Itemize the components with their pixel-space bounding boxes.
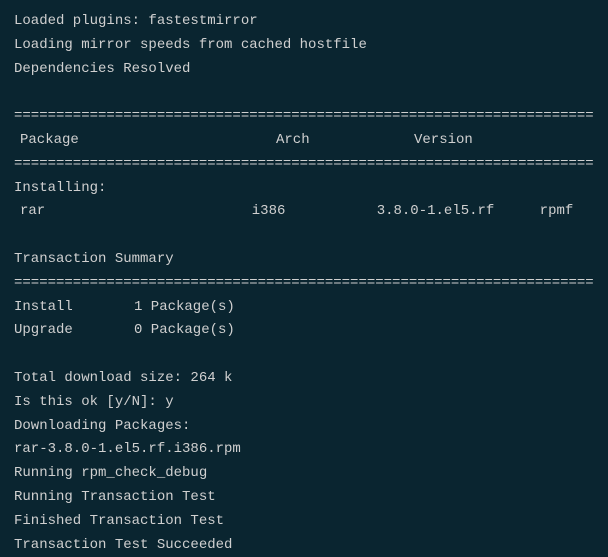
test-succeeded-line: Transaction Test Succeeded: [14, 534, 594, 557]
header-package: Package: [14, 129, 276, 153]
loaded-plugins-line: Loaded plugins: fastestmirror: [14, 10, 594, 34]
table-header-row: Package Arch Version: [14, 129, 594, 153]
header-version: Version: [414, 129, 594, 153]
upgrade-label: Upgrade: [14, 319, 134, 343]
separator-line: ========================================…: [14, 272, 594, 296]
loading-mirror-line: Loading mirror speeds from cached hostfi…: [14, 34, 594, 58]
row-package: rar: [14, 200, 252, 224]
deps-resolved-line: Dependencies Resolved: [14, 58, 594, 82]
rpm-file-line: rar-3.8.0-1.el5.rf.i386.rpm: [14, 438, 594, 462]
install-label: Install: [14, 296, 134, 320]
row-arch: i386: [252, 200, 377, 224]
blank-line: [14, 224, 594, 248]
upgrade-summary-line: Upgrade 0 Package(s): [14, 319, 594, 343]
finished-test-line: Finished Transaction Test: [14, 510, 594, 534]
downloading-packages: Downloading Packages:: [14, 415, 594, 439]
row-repo: rpmf: [540, 200, 594, 224]
running-test-line: Running Transaction Test: [14, 486, 594, 510]
blank-line: [14, 343, 594, 367]
transaction-summary-label: Transaction Summary: [14, 248, 594, 272]
table-row: rar i386 3.8.0-1.el5.rf rpmf: [14, 200, 594, 224]
upgrade-count: 0 Package(s): [134, 319, 234, 343]
confirm-prompt: Is this ok [y/N]: y: [14, 391, 594, 415]
install-summary-line: Install 1 Package(s): [14, 296, 594, 320]
row-version: 3.8.0-1.el5.rf: [377, 200, 540, 224]
rpm-check-line: Running rpm_check_debug: [14, 462, 594, 486]
blank-line: [14, 81, 594, 105]
install-count: 1 Package(s): [134, 296, 234, 320]
installing-label: Installing:: [14, 177, 594, 201]
separator-line: ========================================…: [14, 153, 594, 177]
header-arch: Arch: [276, 129, 414, 153]
separator-line: ========================================…: [14, 105, 594, 129]
total-download-size: Total download size: 264 k: [14, 367, 594, 391]
